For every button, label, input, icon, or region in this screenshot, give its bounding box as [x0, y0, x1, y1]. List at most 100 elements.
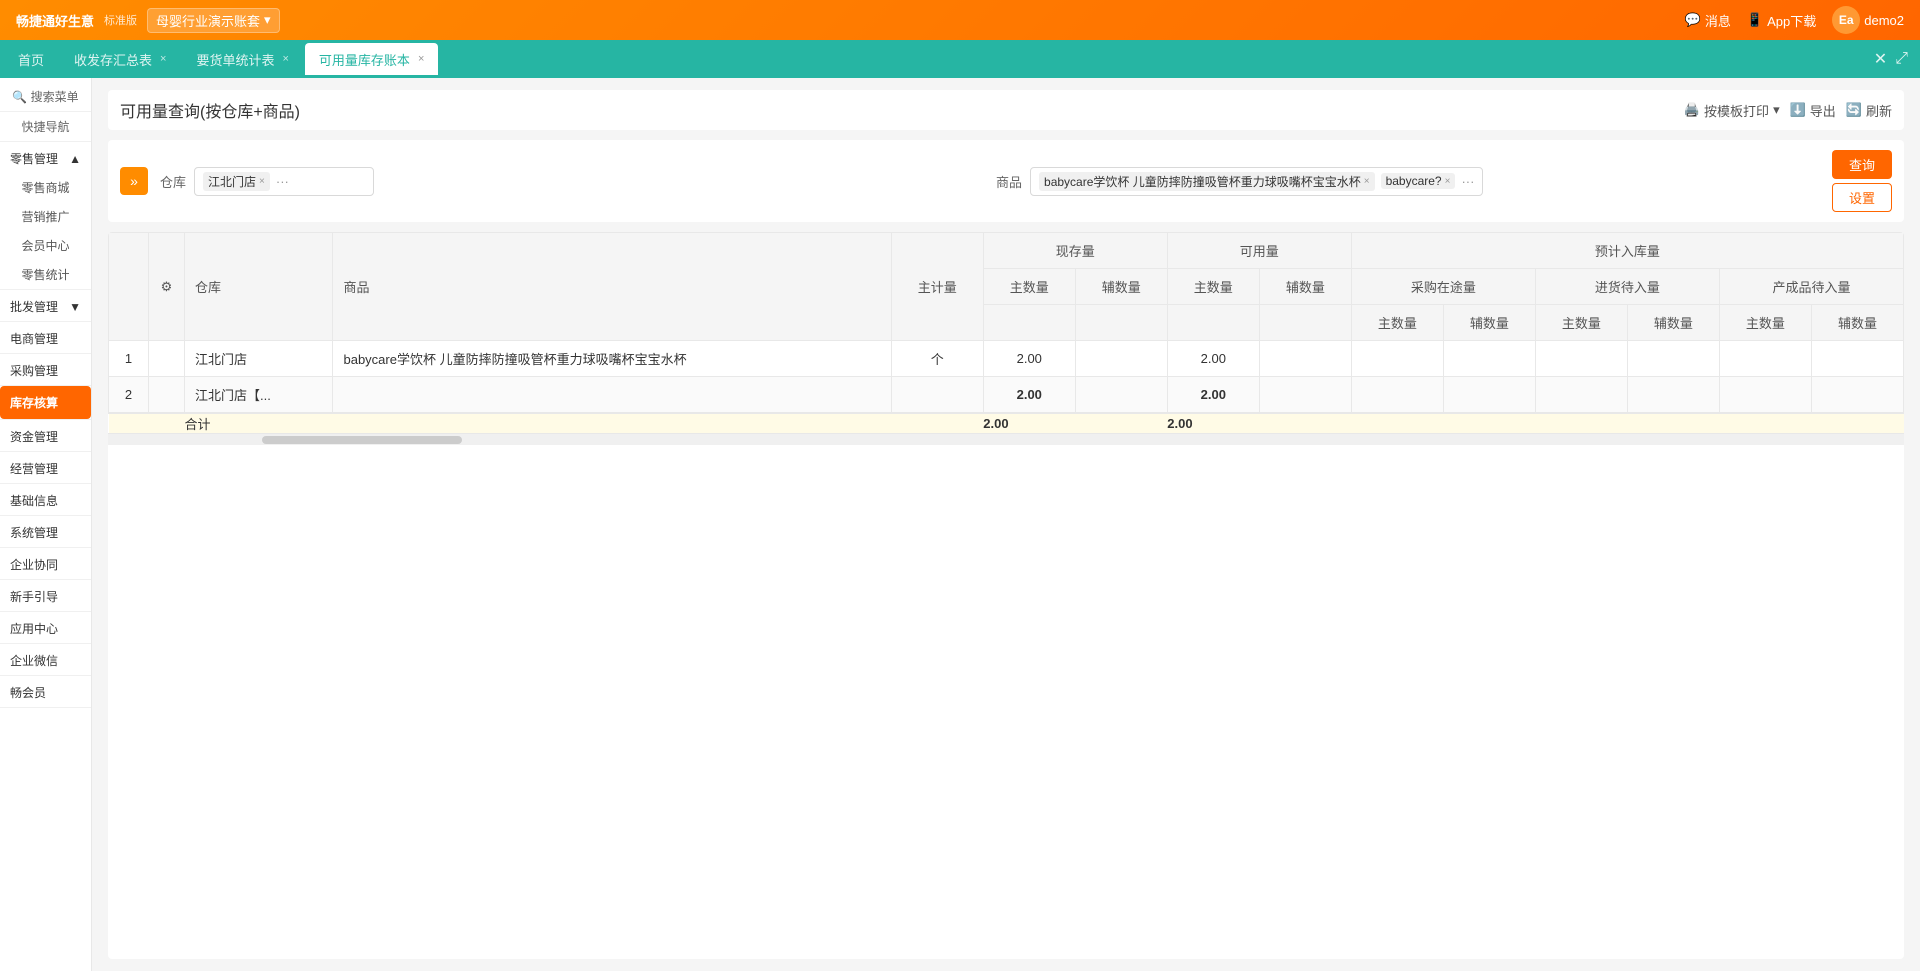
warehouse-tag-close[interactable]: ×: [259, 176, 265, 187]
scrollbar-thumb[interactable]: [262, 436, 462, 444]
cell-unit-0: 个: [891, 341, 983, 377]
col-seq: [109, 233, 149, 341]
tab-home-label: 首页: [18, 50, 44, 69]
product-tag-0: babycare学饮杯 儿童防摔防撞吸管杯重力球吸嘴杯宝宝水杯 ×: [1039, 172, 1375, 191]
filter-toggle-btn[interactable]: »: [120, 167, 148, 195]
tab-receive-close[interactable]: ×: [160, 53, 166, 65]
chevron-down-icon: ▾: [264, 12, 271, 28]
cell-seq-1: 2: [109, 377, 149, 414]
print-btn[interactable]: 🖨️ 按模板打印 ▾: [1684, 101, 1780, 120]
query-button[interactable]: 查询: [1832, 150, 1892, 179]
sidebar-group-ecommerce-header[interactable]: 电商管理: [0, 322, 91, 353]
refresh-btn[interactable]: 🔄 刷新: [1846, 101, 1892, 120]
cell-pur-aux-1: [1443, 377, 1535, 414]
logo: 畅捷通好生意: [16, 11, 94, 30]
warehouse-tag-0: 江北门店 ×: [203, 172, 270, 191]
col-main-unit: 主计量: [891, 233, 983, 341]
col-prod-main: 主数量: [1719, 305, 1811, 341]
close-all-icon[interactable]: ✕: [1874, 49, 1887, 69]
avatar: Ea: [1832, 6, 1860, 34]
cell-seq-0: 1: [109, 341, 149, 377]
sidebar-item-retail-stats[interactable]: 零售统计: [0, 260, 91, 289]
product-more[interactable]: ···: [1461, 174, 1474, 189]
sidebar-group-app-center-header[interactable]: 应用中心: [0, 612, 91, 643]
sidebar-group-newbie: 新手引导: [0, 580, 91, 612]
cell-inb-aux-1: [1627, 377, 1719, 414]
col-inb-aux: 辅数量: [1627, 305, 1719, 341]
chevron-up-icon: ▲: [69, 152, 81, 166]
cell-warehouse-1: 江北门店【...: [185, 377, 333, 414]
tab-available-stock-label: 可用量库存账本: [319, 50, 410, 69]
product-tag-1-close[interactable]: ×: [1445, 176, 1451, 187]
export-icon: ⬇️: [1790, 102, 1806, 118]
sidebar-group-collab: 企业协同: [0, 548, 91, 580]
user-menu[interactable]: Ea demo2: [1832, 6, 1904, 34]
sidebar-group-newbie-header[interactable]: 新手引导: [0, 580, 91, 611]
cell-pur-main-0: [1351, 341, 1443, 377]
table-row: 1 江北门店 babycare学饮杯 儿童防摔防撞吸管杯重力球吸嘴杯宝宝水杯 个…: [109, 341, 1904, 377]
footer-avail-aux: [1259, 413, 1351, 433]
tab-order-stats-close[interactable]: ×: [282, 53, 288, 65]
sidebar-item-marketing[interactable]: 营销推广: [0, 202, 91, 231]
product-input[interactable]: babycare学饮杯 儿童防摔防撞吸管杯重力球吸嘴杯宝宝水杯 × babyca…: [1030, 167, 1483, 196]
industry-select[interactable]: 母婴行业演示账套 ▾: [147, 8, 280, 33]
sidebar-item-member[interactable]: 会员中心: [0, 231, 91, 260]
page-actions: 🖨️ 按模板打印 ▾ ⬇️ 导出 🔄 刷新: [1684, 101, 1892, 120]
cell-warehouse-0: 江北门店: [185, 341, 333, 377]
sidebar-item-retail-shop[interactable]: 零售商城: [0, 173, 91, 202]
sidebar-group-inventory-header[interactable]: 库存核算: [0, 386, 91, 419]
footer-curr-main: 2.00: [983, 413, 1075, 433]
col-planned-inbound: 预计入库量: [1351, 233, 1903, 269]
sidebar-group-purchase-header[interactable]: 采购管理: [0, 354, 91, 385]
cell-pur-main-1: [1351, 377, 1443, 414]
tab-home[interactable]: 首页: [4, 43, 58, 75]
sidebar-group-operations-header[interactable]: 经营管理: [0, 452, 91, 483]
col-avail-aux: 辅数量: [1259, 269, 1351, 305]
col-settings: ⚙: [149, 233, 185, 341]
col-current-stock: 现存量: [983, 233, 1167, 269]
filter-warehouse-group: 仓库 江北门店 × ···: [160, 167, 984, 196]
expand-icon[interactable]: ⤢: [1895, 50, 1908, 68]
warehouse-input[interactable]: 江北门店 × ···: [194, 167, 374, 196]
tab-available-stock[interactable]: 可用量库存账本 ×: [305, 43, 438, 75]
sidebar-group-vip-header[interactable]: 畅会员: [0, 676, 91, 707]
top-header: 畅捷通好生意 标准版 母婴行业演示账套 ▾ 💬 消息 📱 App下载 Ea de…: [0, 0, 1920, 40]
sidebar-search[interactable]: 🔍 搜索菜单: [0, 78, 91, 112]
tab-available-stock-close[interactable]: ×: [418, 53, 424, 65]
chevron-right-icon: »: [130, 173, 138, 189]
sidebar-quick-nav[interactable]: 快捷导航: [0, 112, 91, 142]
col-prod-aux: 辅数量: [1811, 305, 1903, 341]
tab-order-stats[interactable]: 要货单统计表 ×: [182, 43, 302, 75]
message-btn[interactable]: 💬 消息: [1685, 11, 1731, 30]
sidebar-group-collab-header[interactable]: 企业协同: [0, 548, 91, 579]
col-product: 商品: [333, 233, 891, 341]
app-icon: 📱: [1747, 12, 1763, 28]
sidebar-group-basic-header[interactable]: 基础信息: [0, 484, 91, 515]
sidebar-group-corp-wechat-header[interactable]: 企业微信: [0, 644, 91, 675]
cell-inb-main-0: [1535, 341, 1627, 377]
col-avail-main-num: [1167, 305, 1259, 341]
sidebar-group-system-header[interactable]: 系统管理: [0, 516, 91, 547]
page-title: 可用量查询(按仓库+商品): [120, 98, 300, 122]
product-tag-0-close[interactable]: ×: [1364, 176, 1370, 187]
app-download-btn[interactable]: 📱 App下载: [1747, 11, 1816, 30]
setting-button[interactable]: 设置: [1832, 183, 1892, 212]
page-content: 可用量查询(按仓库+商品) 🖨️ 按模板打印 ▾ ⬇️ 导出 🔄 刷新: [92, 78, 1920, 971]
sidebar-group-wholesale-header[interactable]: 批发管理 ▼: [0, 290, 91, 321]
table-settings-icon[interactable]: ⚙: [161, 279, 173, 294]
header-right: 💬 消息 📱 App下载 Ea demo2: [1685, 6, 1904, 34]
export-btn[interactable]: ⬇️ 导出: [1790, 101, 1836, 120]
cell-prod-aux-0: [1811, 341, 1903, 377]
tab-order-stats-label: 要货单统计表: [196, 50, 274, 69]
tab-bar-controls: ✕ ⤢: [1874, 49, 1916, 69]
cell-curr-main-0: 2.00: [983, 341, 1075, 377]
warehouse-more[interactable]: ···: [276, 174, 289, 189]
tab-receive[interactable]: 收发存汇总表 ×: [60, 43, 180, 75]
sidebar-group-finance-header[interactable]: 资金管理: [0, 420, 91, 451]
sidebar-group-retail-header[interactable]: 零售管理 ▲: [0, 142, 91, 173]
footer-label: 合计: [185, 413, 984, 433]
filter-bar: » 仓库 江北门店 × ··· 商品: [108, 140, 1904, 222]
cell-avail-main-1: 2.00: [1167, 377, 1259, 414]
table-scrollbar[interactable]: [108, 433, 1904, 445]
col-avail-aux-num: [1259, 305, 1351, 341]
